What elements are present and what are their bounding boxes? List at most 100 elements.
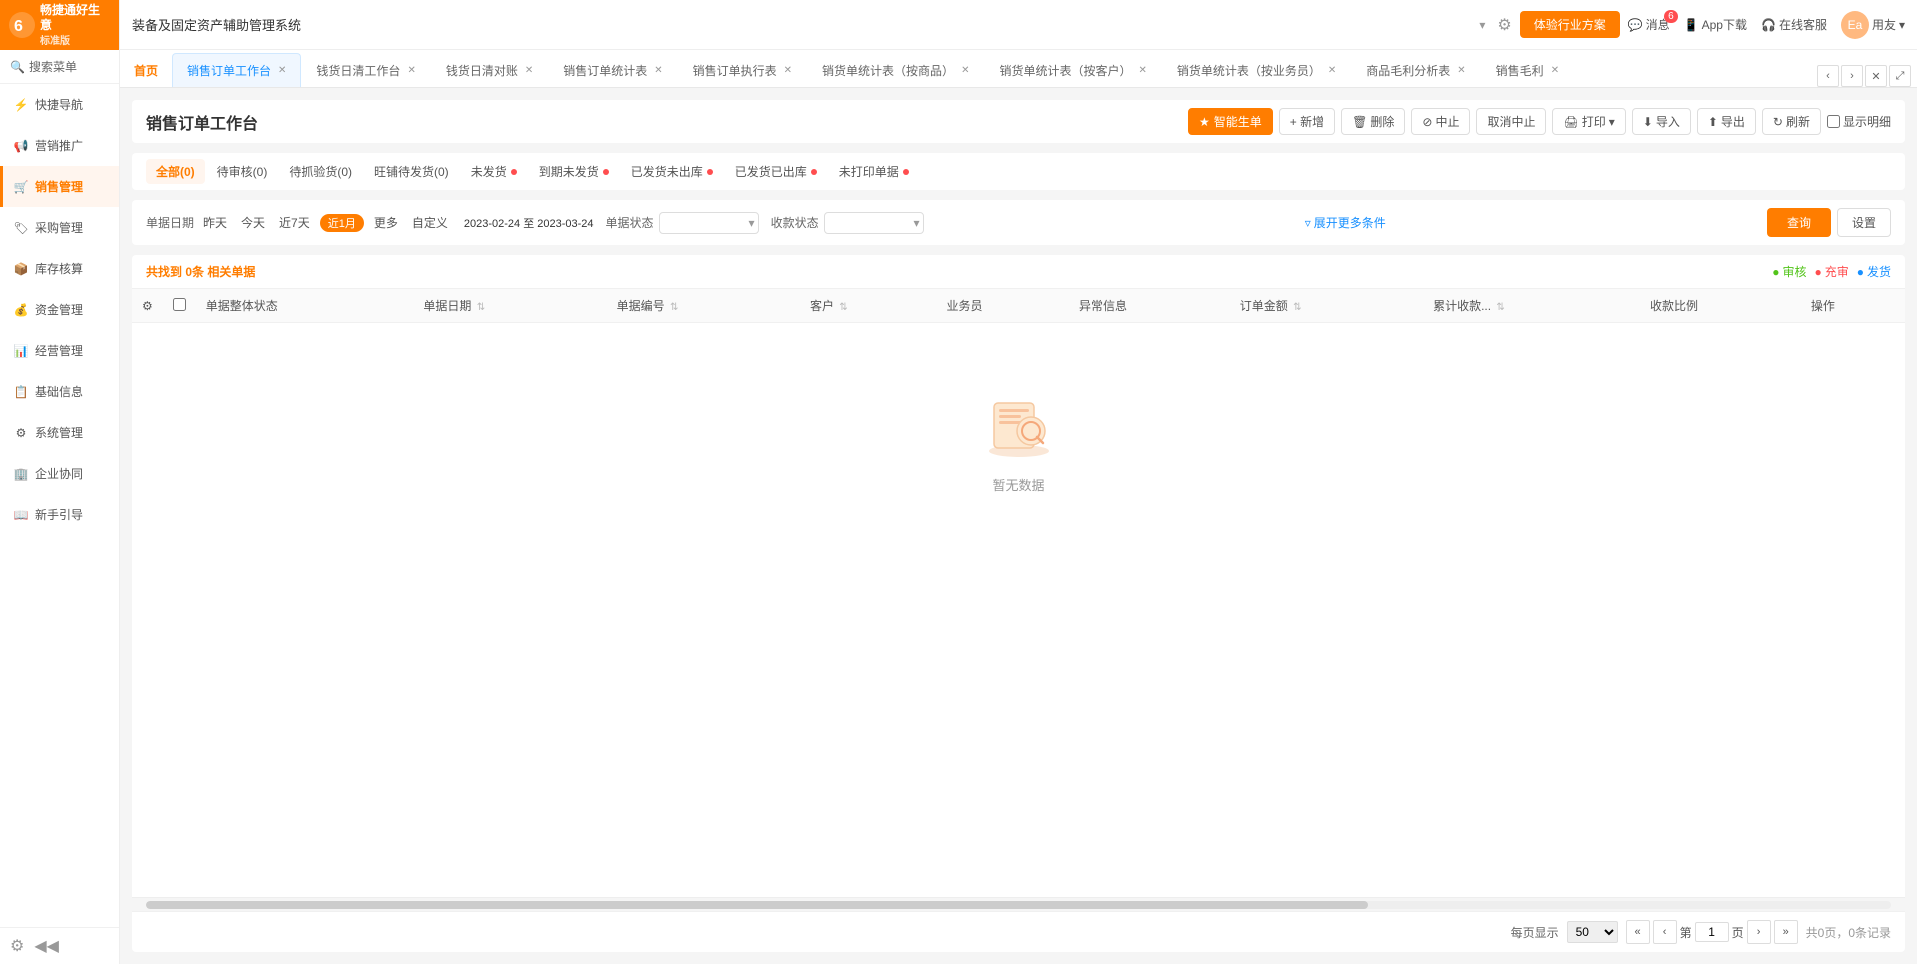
print-btn[interactable]: 🖨 打印 ▾ [1552,108,1625,135]
batch-audit-btn[interactable]: ● 审核 [1772,263,1806,280]
col-number[interactable]: 单据编号 ⇅ [607,289,800,323]
tab-close-cash-reconcile[interactable]: ✕ [525,65,533,76]
payment-select[interactable] [824,212,924,234]
smart-create-btn[interactable]: ★ 智能生单 [1188,108,1273,135]
expand-conditions-btn[interactable]: ▿ 展开更多条件 [1305,214,1386,231]
tab-sales-workbench[interactable]: 销售订单工作台 ✕ [172,53,301,87]
filter-settings-btn[interactable]: 设置 [1837,208,1891,237]
tab-gross-margin[interactable]: 商品毛利分析表 ✕ [1351,53,1480,87]
tab-next-btn[interactable]: › [1841,65,1863,87]
tab-fullscreen-btn[interactable]: ⤢ [1889,65,1911,87]
title-dropdown-icon[interactable]: ▾ [1479,18,1485,32]
today-opt[interactable]: 今天 [237,212,269,233]
show-detail-checkbox[interactable] [1827,115,1840,128]
cancel-stop-btn[interactable]: 取消中止 [1476,108,1546,135]
batch-revoke-btn[interactable]: ● 充审 [1814,263,1848,280]
tab-cash-reconcile[interactable]: 钱货日清对账 ✕ [431,53,548,87]
filter-tab-pending-inspect[interactable]: 待抓验货(0) [279,159,362,184]
top-settings-icon[interactable]: ⚙ [1497,15,1511,35]
page-number-input[interactable] [1695,922,1729,942]
more-opt[interactable]: 更多 [370,212,402,233]
sidebar-item-system[interactable]: ⚙ 系统管理 [0,412,119,453]
query-btn[interactable]: 查询 [1767,208,1831,237]
tab-close-cash-daily[interactable]: ✕ [407,65,415,76]
tab-close-sales-stat-product[interactable]: ✕ [961,65,969,76]
tab-sales-stat[interactable]: 销售订单统计表 ✕ [548,53,677,87]
select-all-checkbox[interactable] [173,298,186,311]
first-page-btn[interactable]: « [1626,920,1650,944]
prev-page-btn[interactable]: ‹ [1653,920,1677,944]
col-settings[interactable]: ⚙ [132,289,163,323]
tab-cash-daily[interactable]: 钱货日清工作台 ✕ [301,53,430,87]
tab-home[interactable]: 首页 [120,53,172,87]
1month-opt[interactable]: 近1月 [320,214,364,232]
collapse-icon[interactable]: ◀◀ [34,936,59,956]
filter-tab-pending-review[interactable]: 待审核(0) [207,159,278,184]
sidebar-item-enterprise[interactable]: 🏢 企业协同 [0,453,119,494]
app-download-btn[interactable]: 📱 App下载 [1684,16,1747,33]
sidebar-item-basics[interactable]: 📋 基础信息 [0,371,119,412]
sidebar-item-inventory[interactable]: 📦 库存核算 [0,248,119,289]
settings-gear-icon[interactable]: ⚙ [10,936,24,956]
col-amount[interactable]: 订单金额 ⇅ [1230,289,1423,323]
export-btn[interactable]: ⬆ 导出 [1697,108,1756,135]
next-page-btn[interactable]: › [1747,920,1771,944]
sidebar-item-guide[interactable]: 📖 新手引导 [0,494,119,535]
tab-sales-stat-staff[interactable]: 销货单统计表（按业务员） ✕ [1162,53,1351,87]
sidebar-item-marketing[interactable]: 📢 营销推广 [0,125,119,166]
tab-close-sales-exec[interactable]: ✕ [784,65,792,76]
filter-tab-all[interactable]: 全部(0) [146,159,205,184]
sidebar-item-purchase[interactable]: 🏷 采购管理 [0,207,119,248]
horizontal-scrollbar[interactable] [132,897,1905,911]
message-btn[interactable]: 💬 6 消息 [1628,16,1670,33]
status-select[interactable] [659,212,759,234]
tab-sales-stat-product[interactable]: 销货单统计表（按商品） ✕ [807,53,984,87]
col-abnormal[interactable]: 异常信息 [1069,289,1230,323]
filter-tab-overdue[interactable]: 到期未发货 [529,159,619,184]
tab-close-gross-margin[interactable]: ✕ [1457,65,1465,76]
last-page-btn[interactable]: » [1774,920,1798,944]
filter-tab-not-printed[interactable]: 未打印单据 [829,159,919,184]
col-status[interactable]: 单据整体状态 [196,289,414,323]
search-menu[interactable]: 🔍 搜索菜单 [0,50,119,84]
tab-prev-btn[interactable]: ‹ [1817,65,1839,87]
col-ratio[interactable]: 收款比例 [1640,289,1801,323]
filter-tab-shipped-not-out[interactable]: 已发货未出库 [621,159,723,184]
new-btn[interactable]: + 新增 [1279,108,1335,135]
col-customer[interactable]: 客户 ⇅ [800,289,937,323]
tab-close-sales-stat[interactable]: ✕ [654,65,662,76]
col-collected[interactable]: 累计收款... ⇅ [1423,289,1640,323]
page-size-select[interactable]: 20 50 100 [1567,921,1618,943]
batch-deliver-btn[interactable]: ● 发货 [1857,263,1891,280]
tab-close-sales-workbench[interactable]: ✕ [278,65,286,76]
tab-close-sales-revenue[interactable]: ✕ [1551,65,1559,76]
tab-close-sales-stat-customer[interactable]: ✕ [1138,65,1146,76]
sidebar-item-quicknav[interactable]: ⚡ 快捷导航 [0,84,119,125]
tab-close-all-btn[interactable]: ✕ [1865,65,1887,87]
scroll-thumb[interactable] [146,901,1368,909]
sidebar-item-operations[interactable]: 📊 经营管理 [0,330,119,371]
sidebar-item-finance[interactable]: 💰 资金管理 [0,289,119,330]
tab-sales-revenue[interactable]: 销售毛利 ✕ [1481,53,1574,87]
tab-close-sales-stat-staff[interactable]: ✕ [1328,65,1336,76]
tab-sales-stat-customer[interactable]: 销货单统计表（按客户） ✕ [984,53,1161,87]
col-staff[interactable]: 业务员 [936,289,1068,323]
7days-opt[interactable]: 近7天 [275,212,314,233]
show-detail-checkbox-label[interactable]: 显示明细 [1827,113,1891,130]
scroll-track[interactable] [146,901,1891,909]
custom-opt[interactable]: 自定义 [408,212,452,233]
filter-tab-not-shipped[interactable]: 未发货 [461,159,527,184]
filter-tab-wangpu[interactable]: 旺铺待发货(0) [364,159,459,184]
stop-btn[interactable]: ⊘ 中止 [1411,108,1470,135]
industry-solution-btn[interactable]: 体验行业方案 [1520,11,1620,38]
delete-btn[interactable]: 🗑 删除 [1341,108,1405,135]
tab-sales-exec[interactable]: 销售订单执行表 ✕ [678,53,807,87]
import-btn[interactable]: ⬇ 导入 [1632,108,1691,135]
user-menu[interactable]: Ea 用友 ▾ [1841,11,1905,39]
sidebar-item-sales[interactable]: 🛒 销售管理 [0,166,119,207]
refresh-btn[interactable]: ↻ 刷新 [1762,108,1821,135]
filter-tab-shipped-out[interactable]: 已发货已出库 [725,159,827,184]
yesterday-opt[interactable]: 昨天 [199,212,231,233]
col-check[interactable] [163,289,196,323]
online-service-btn[interactable]: 🎧 在线客服 [1761,16,1827,33]
